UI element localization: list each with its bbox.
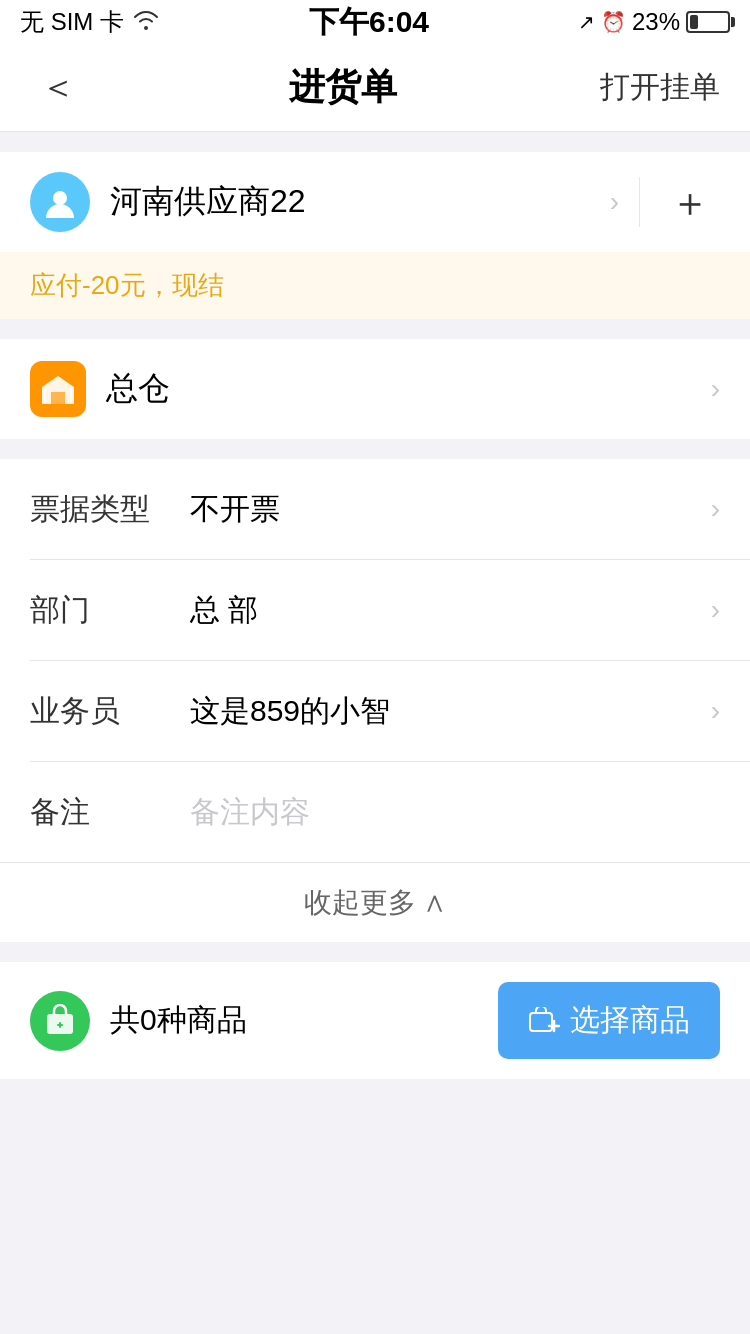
dept-label: 部门 bbox=[30, 590, 170, 631]
select-product-label: 选择商品 bbox=[570, 1000, 690, 1041]
supplier-divider bbox=[639, 177, 640, 227]
svg-point-0 bbox=[53, 191, 67, 205]
invoice-value: 不开票 bbox=[170, 489, 711, 530]
collapse-label: 收起更多 ∧ bbox=[304, 884, 447, 922]
remark-label: 备注 bbox=[30, 792, 170, 833]
warehouse-icon-wrap bbox=[30, 361, 86, 417]
remark-row[interactable]: 备注 备注内容 bbox=[0, 762, 750, 862]
back-button[interactable]: ＜ bbox=[30, 53, 86, 122]
warehouse-label: 总仓 bbox=[106, 367, 711, 411]
salesperson-chevron-icon: › bbox=[711, 695, 720, 727]
dept-value: 总 部 bbox=[170, 590, 711, 631]
salesperson-value: 这是859的小智 bbox=[170, 691, 711, 732]
remark-input[interactable]: 备注内容 bbox=[170, 792, 720, 833]
location-icon: ↗ bbox=[578, 10, 595, 34]
warehouse-chevron-icon: › bbox=[711, 373, 720, 405]
open-pending-button[interactable]: 打开挂单 bbox=[600, 67, 720, 108]
svg-rect-2 bbox=[51, 392, 65, 404]
supplier-name: 河南供应商22 bbox=[110, 180, 610, 224]
carrier-label: 无 SIM 卡 bbox=[20, 6, 124, 38]
alarm-icon: ⏰ bbox=[601, 10, 626, 34]
status-bar: 无 SIM 卡 下午6:04 ↗ ⏰ 23% bbox=[0, 0, 750, 44]
svg-rect-4 bbox=[530, 1013, 552, 1031]
salesperson-row[interactable]: 业务员 这是859的小智 › bbox=[0, 661, 750, 761]
status-left: 无 SIM 卡 bbox=[20, 6, 160, 38]
nav-bar: ＜ 进货单 打开挂单 bbox=[0, 44, 750, 132]
supplier-section: 河南供应商22 › ＋ 应付-20元，现结 bbox=[0, 152, 750, 319]
warehouse-row[interactable]: 总仓 › bbox=[0, 339, 750, 439]
gap-3 bbox=[0, 439, 750, 459]
dept-row[interactable]: 部门 总 部 › bbox=[0, 560, 750, 660]
dept-chevron-icon: › bbox=[711, 594, 720, 626]
select-product-button[interactable]: 选择商品 bbox=[498, 982, 720, 1059]
salesperson-label: 业务员 bbox=[30, 691, 170, 732]
gap-1 bbox=[0, 132, 750, 152]
wifi-icon bbox=[132, 8, 160, 36]
product-count-label: 共0种商品 bbox=[110, 1000, 478, 1041]
add-button[interactable]: ＋ bbox=[660, 175, 720, 230]
page-background bbox=[0, 1079, 750, 1334]
supplier-chevron-icon: › bbox=[610, 186, 619, 218]
supplier-row[interactable]: 河南供应商22 › ＋ bbox=[0, 152, 750, 252]
status-right: ↗ ⏰ 23% bbox=[578, 8, 730, 36]
product-bar: 共0种商品 选择商品 bbox=[0, 962, 750, 1079]
battery-icon bbox=[686, 11, 730, 33]
invoice-label: 票据类型 bbox=[30, 489, 170, 530]
collapse-bar[interactable]: 收起更多 ∧ bbox=[0, 862, 750, 942]
invoice-chevron-icon: › bbox=[711, 493, 720, 525]
gap-2 bbox=[0, 319, 750, 339]
time-display: 下午6:04 bbox=[309, 2, 429, 43]
gap-4 bbox=[0, 942, 750, 962]
warehouse-section: 总仓 › bbox=[0, 339, 750, 439]
battery-pct-label: 23% bbox=[632, 8, 680, 36]
page-title: 进货单 bbox=[289, 63, 397, 112]
form-section: 票据类型 不开票 › 部门 总 部 › 业务员 这是859的小智 › 备注 备注… bbox=[0, 459, 750, 942]
product-icon-wrap bbox=[30, 991, 90, 1051]
notice-banner: 应付-20元，现结 bbox=[0, 252, 750, 319]
invoice-row[interactable]: 票据类型 不开票 › bbox=[0, 459, 750, 559]
avatar bbox=[30, 172, 90, 232]
